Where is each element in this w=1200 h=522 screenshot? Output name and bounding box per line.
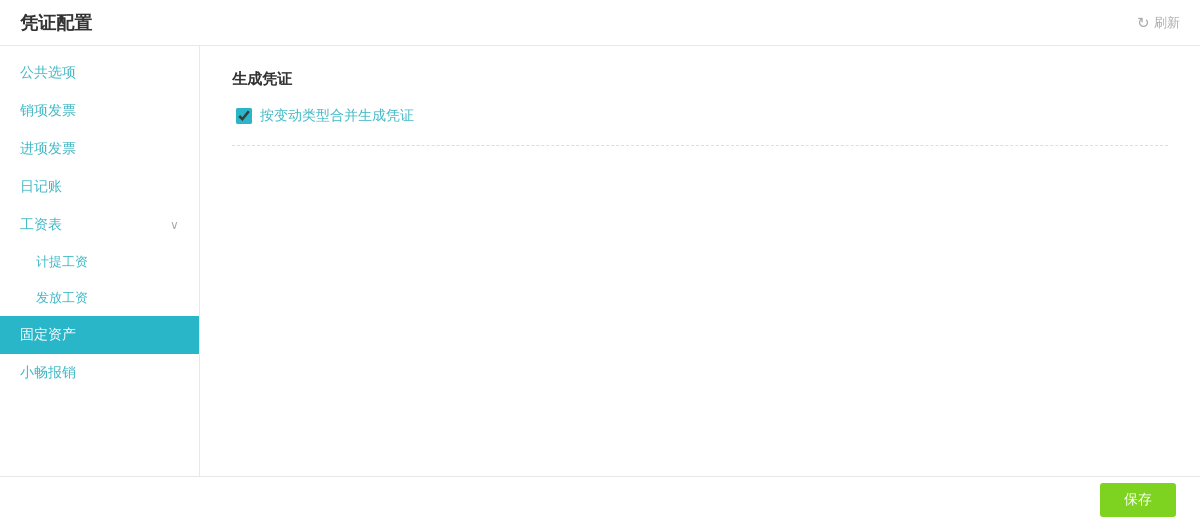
sidebar-item-payroll-issue[interactable]: 发放工资 (0, 280, 199, 316)
sidebar-item-label-payroll-table: 工资表 (20, 216, 62, 234)
save-button[interactable]: 保存 (1100, 483, 1176, 517)
sidebar-item-purchase-invoice[interactable]: 进项发票 (0, 130, 199, 168)
merge-checkbox[interactable] (236, 108, 252, 124)
checkbox-label[interactable]: 按变动类型合并生成凭证 (260, 107, 414, 125)
sidebar-item-fixed-assets[interactable]: 固定资产 (0, 316, 199, 354)
sidebar-item-payroll-calc[interactable]: 计提工资 (0, 244, 199, 280)
refresh-icon: ↻ (1137, 14, 1150, 32)
refresh-label: 刷新 (1154, 14, 1180, 32)
content-area: 生成凭证 按变动类型合并生成凭证 (200, 46, 1200, 476)
sidebar-item-sales-invoice[interactable]: 销项发票 (0, 92, 199, 130)
sidebar-item-expense-report[interactable]: 小畅报销 (0, 354, 199, 392)
sidebar-item-label-purchase-invoice: 进项发票 (20, 140, 76, 158)
sidebar-item-journal[interactable]: 日记账 (0, 168, 199, 206)
sidebar-item-label-public-options: 公共选项 (20, 64, 76, 82)
header: 凭证配置 ↻ 刷新 (0, 0, 1200, 46)
refresh-button[interactable]: ↻ 刷新 (1137, 14, 1180, 32)
sidebar: 公共选项销项发票进项发票日记账工资表 ∨ 计提工资发放工资固定资产小畅报销 (0, 46, 200, 476)
sidebar-item-public-options[interactable]: 公共选项 (0, 54, 199, 92)
chevron-down-icon: ∨ (170, 218, 179, 232)
sidebar-item-label-expense-report: 小畅报销 (20, 364, 76, 382)
footer: 保存 (0, 476, 1200, 522)
main-layout: 公共选项销项发票进项发票日记账工资表 ∨ 计提工资发放工资固定资产小畅报销 生成凭证… (0, 46, 1200, 476)
section-title: 生成凭证 (232, 70, 1168, 89)
checkbox-row: 按变动类型合并生成凭证 (232, 107, 1168, 125)
sidebar-item-label-fixed-assets: 固定资产 (20, 326, 76, 344)
sidebar-item-label-journal: 日记账 (20, 178, 62, 196)
page-title: 凭证配置 (20, 11, 92, 35)
sidebar-item-label-sales-invoice: 销项发票 (20, 102, 76, 120)
section-divider (232, 145, 1168, 146)
sidebar-item-payroll-table[interactable]: 工资表 ∨ (0, 206, 199, 244)
